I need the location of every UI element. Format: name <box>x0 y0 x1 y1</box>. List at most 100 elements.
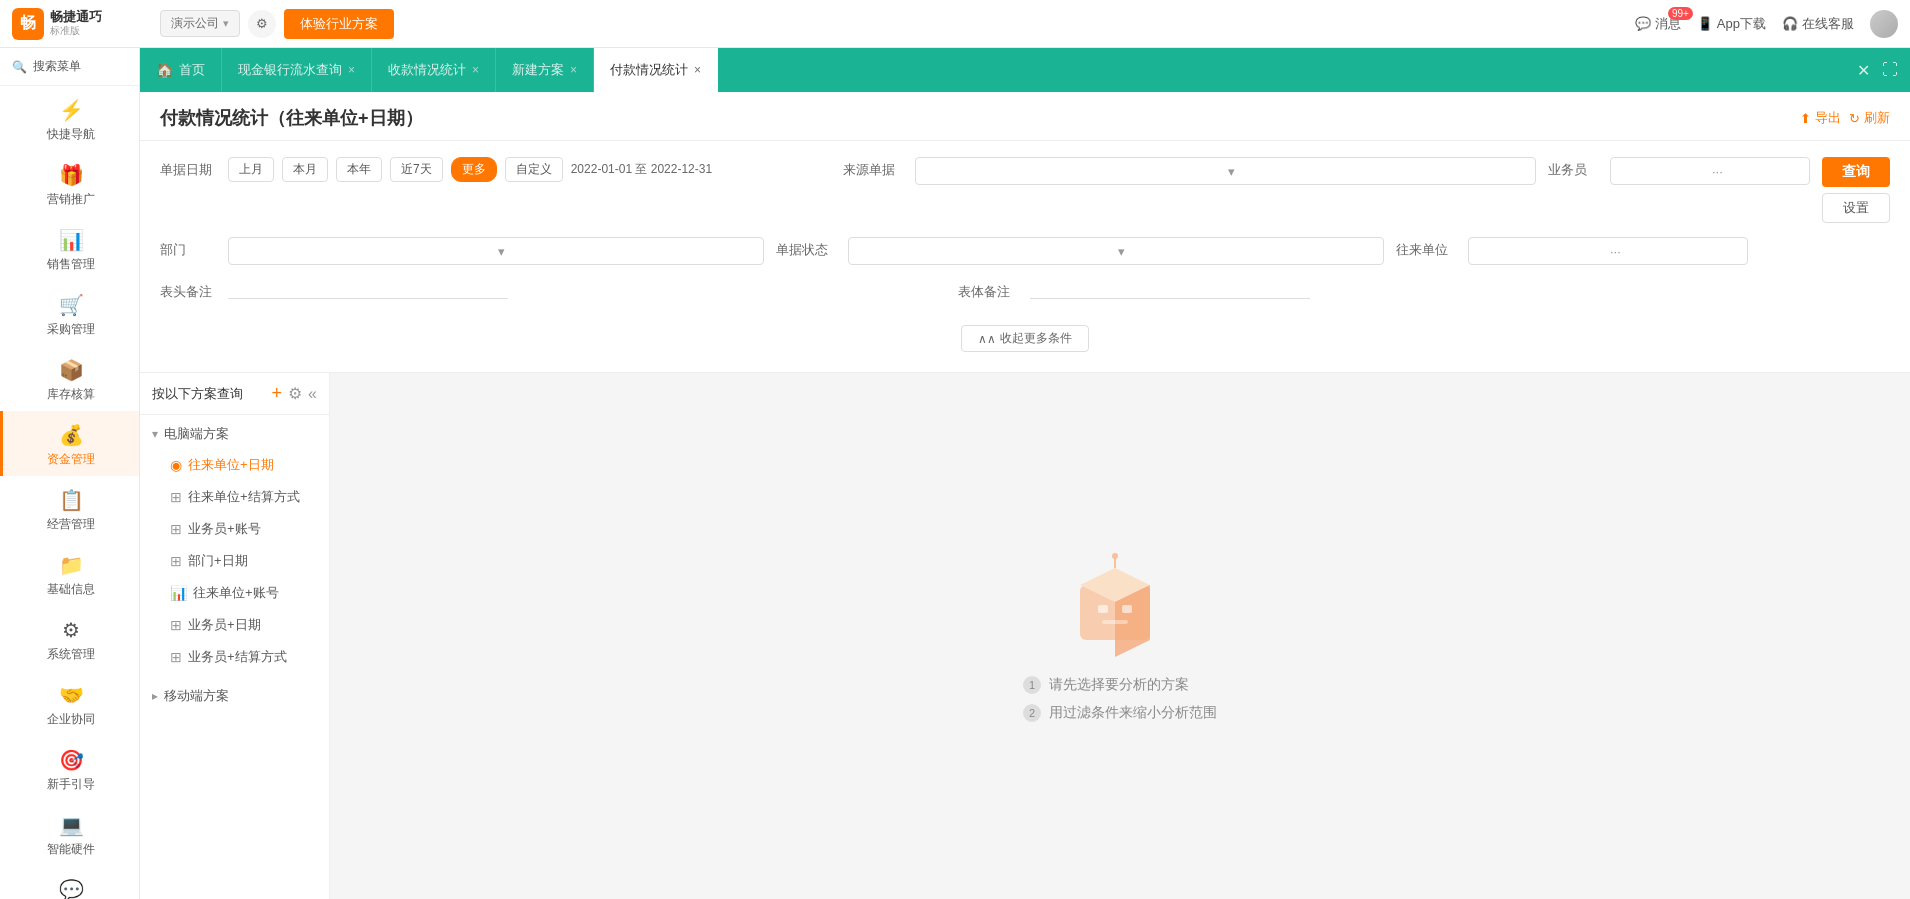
scheme-item-staff-date[interactable]: ⊞ 业务员+日期 <box>140 609 329 641</box>
sidebar-item-purchase[interactable]: 🛒 采购管理 <box>0 281 139 346</box>
try-industry-button[interactable]: 体验行业方案 <box>284 9 394 39</box>
empty-hint-1-text: 请先选择要分析的方案 <box>1049 676 1189 694</box>
sidebar-item-weixin[interactable]: 💬 企业微信 <box>0 866 139 899</box>
export-button[interactable]: ⬆ 导出 <box>1800 109 1841 127</box>
source-select[interactable]: ▾ <box>915 157 1536 185</box>
tab-fullscreen-icon[interactable]: ⛶ <box>1878 57 1902 83</box>
tab-bar: 🏠 首页 现金银行流水查询 × 收款情况统计 × 新建方案 × 付款情况统计 ×… <box>140 48 1910 92</box>
settings-small-button[interactable]: 设置 <box>1822 193 1890 223</box>
sidebar-item-finance[interactable]: 💰 资金管理 <box>0 411 139 476</box>
logo-subtitle: 标准版 <box>50 24 102 38</box>
cart-icon: 🛒 <box>59 293 84 317</box>
top-bar: 畅 畅捷通巧 标准版 演示公司 ▾ ⚙ 体验行业方案 💬 消息 99+ 📱 Ap… <box>0 0 1910 48</box>
sidebar-label-inventory: 库存核算 <box>47 386 95 403</box>
tab-cash-flow[interactable]: 现金银行流水查询 × <box>222 48 372 92</box>
scheme-item-staff-account-label: 业务员+账号 <box>188 520 261 538</box>
scheme-panel-title: 按以下方案查询 <box>152 385 243 403</box>
scheme-panel: 按以下方案查询 + ⚙ « ▾ 电脑端方案 <box>140 373 330 899</box>
dept-select[interactable]: ▾ <box>228 237 764 265</box>
svg-rect-4 <box>1122 605 1132 613</box>
app-icon: 📱 <box>1697 16 1713 31</box>
logo-title: 畅捷通巧 <box>50 9 102 25</box>
sidebar-item-quick-nav[interactable]: ⚡ 快捷导航 <box>0 86 139 151</box>
date-7days-button[interactable]: 近7天 <box>390 157 443 182</box>
scheme-group-mobile-header[interactable]: ▸ 移动端方案 <box>140 681 329 711</box>
sidebar-label-operation: 经营管理 <box>47 516 95 533</box>
status-select[interactable]: ▾ <box>848 237 1384 265</box>
counterpart-select[interactable]: ··· <box>1468 237 1748 265</box>
sidebar-label-marketing: 营销推广 <box>47 191 95 208</box>
top-settings-button[interactable]: ⚙ <box>248 10 276 38</box>
tab-close-all-icon[interactable]: ✕ <box>1853 57 1874 84</box>
date-more-button[interactable]: 更多 <box>451 157 497 182</box>
header-note-input[interactable] <box>228 279 508 299</box>
date-this-month-button[interactable]: 本月 <box>282 157 328 182</box>
search-menu-button[interactable]: 🔍 搜索菜单 <box>0 48 139 86</box>
scheme-item-staff-account[interactable]: ⊞ 业务员+账号 <box>140 513 329 545</box>
sidebar-label-basic: 基础信息 <box>47 581 95 598</box>
tab-cash-flow-close-icon[interactable]: × <box>348 63 355 77</box>
scheme-item-active-icon: ◉ <box>170 457 182 473</box>
logo-area: 畅 畅捷通巧 标准版 <box>12 8 152 40</box>
staff-select[interactable]: ··· <box>1610 157 1810 185</box>
scheme-add-button[interactable]: + <box>272 383 283 404</box>
scheme-item-dept-date[interactable]: ⊞ 部门+日期 <box>140 545 329 577</box>
scheme-collapse-button[interactable]: « <box>308 385 317 403</box>
tab-payment-stats[interactable]: 付款情况统计 × <box>594 48 718 92</box>
scheme-group-mobile-expand-icon: ▸ <box>152 689 158 703</box>
refresh-button[interactable]: ↻ 刷新 <box>1849 109 1890 127</box>
company-selector[interactable]: 演示公司 ▾ <box>160 10 240 37</box>
action-buttons: 查询 设置 <box>1822 157 1890 223</box>
sidebar: 🔍 搜索菜单 ⚡ 快捷导航 🎁 营销推广 📊 销售管理 🛒 采购管理 📦 库存核… <box>0 48 140 899</box>
query-button[interactable]: 查询 <box>1822 157 1890 187</box>
sidebar-item-guide[interactable]: 🎯 新手引导 <box>0 736 139 801</box>
tab-new-scheme[interactable]: 新建方案 × <box>496 48 594 92</box>
message-badge: 99+ <box>1668 7 1693 20</box>
sidebar-item-operation[interactable]: 📋 经营管理 <box>0 476 139 541</box>
source-select-arrow-icon: ▾ <box>1228 164 1528 179</box>
tab-receipt-stats-close-icon[interactable]: × <box>472 63 479 77</box>
date-this-year-button[interactable]: 本年 <box>336 157 382 182</box>
sidebar-item-sales[interactable]: 📊 销售管理 <box>0 216 139 281</box>
sidebar-item-inventory[interactable]: 📦 库存核算 <box>0 346 139 411</box>
tab-home[interactable]: 🏠 首页 <box>140 48 222 92</box>
user-avatar[interactable] <box>1870 10 1898 38</box>
system-icon: ⚙ <box>62 618 80 642</box>
online-service-button[interactable]: 🎧 在线客服 <box>1782 15 1854 33</box>
scheme-item-counterpart-account[interactable]: 📊 往来单位+账号 <box>140 577 329 609</box>
sidebar-item-marketing[interactable]: 🎁 营销推广 <box>0 151 139 216</box>
sidebar-label-finance: 资金管理 <box>47 451 95 468</box>
body-note-input[interactable] <box>1030 279 1310 299</box>
tab-new-scheme-label: 新建方案 <box>512 61 564 79</box>
tab-payment-stats-close-icon[interactable]: × <box>694 63 701 77</box>
date-last-month-button[interactable]: 上月 <box>228 157 274 182</box>
sidebar-item-basic[interactable]: 📁 基础信息 <box>0 541 139 606</box>
company-selector-chevron-icon: ▾ <box>223 17 229 30</box>
empty-hint-2-text: 用过滤条件来缩小分析范围 <box>1049 704 1217 722</box>
sidebar-item-hardware[interactable]: 💻 智能硬件 <box>0 801 139 866</box>
sidebar-label-system: 系统管理 <box>47 646 95 663</box>
page-title: 付款情况统计（往来单位+日期） <box>160 106 423 130</box>
sidebar-item-system[interactable]: ⚙ 系统管理 <box>0 606 139 671</box>
sidebar-item-enterprise[interactable]: 🤝 企业协同 <box>0 671 139 736</box>
counterpart-filter-label: 往来单位 <box>1396 237 1456 259</box>
date-custom-button[interactable]: 自定义 <box>505 157 563 182</box>
home-icon: 🏠 <box>156 62 173 78</box>
sidebar-label-enterprise: 企业协同 <box>47 711 95 728</box>
scheme-item-grid-icon-4: ⊞ <box>170 617 182 633</box>
scheme-item-counterpart-date[interactable]: ◉ 往来单位+日期 <box>140 449 329 481</box>
message-button[interactable]: 💬 消息 99+ <box>1635 15 1681 33</box>
scheme-group-desktop: ▾ 电脑端方案 ◉ 往来单位+日期 ⊞ 往来单位+结算方式 ⊞ <box>140 415 329 677</box>
empty-illustration <box>1060 550 1180 660</box>
scheme-group-desktop-header[interactable]: ▾ 电脑端方案 <box>140 419 329 449</box>
scheme-settings-button[interactable]: ⚙ <box>288 384 302 403</box>
tab-new-scheme-close-icon[interactable]: × <box>570 63 577 77</box>
page-content: 付款情况统计（往来单位+日期） ⬆ 导出 ↻ 刷新 单据日期 <box>140 92 1910 899</box>
tab-receipt-stats[interactable]: 收款情况统计 × <box>372 48 496 92</box>
app-download-button[interactable]: 📱 App下载 <box>1697 15 1766 33</box>
scheme-item-counterpart-settlement[interactable]: ⊞ 往来单位+结算方式 <box>140 481 329 513</box>
sidebar-label-purchase: 采购管理 <box>47 321 95 338</box>
scheme-item-staff-settlement[interactable]: ⊞ 业务员+结算方式 <box>140 641 329 673</box>
collapse-button[interactable]: ∧∧ 收起更多条件 <box>961 325 1089 352</box>
company-name: 演示公司 <box>171 15 219 32</box>
